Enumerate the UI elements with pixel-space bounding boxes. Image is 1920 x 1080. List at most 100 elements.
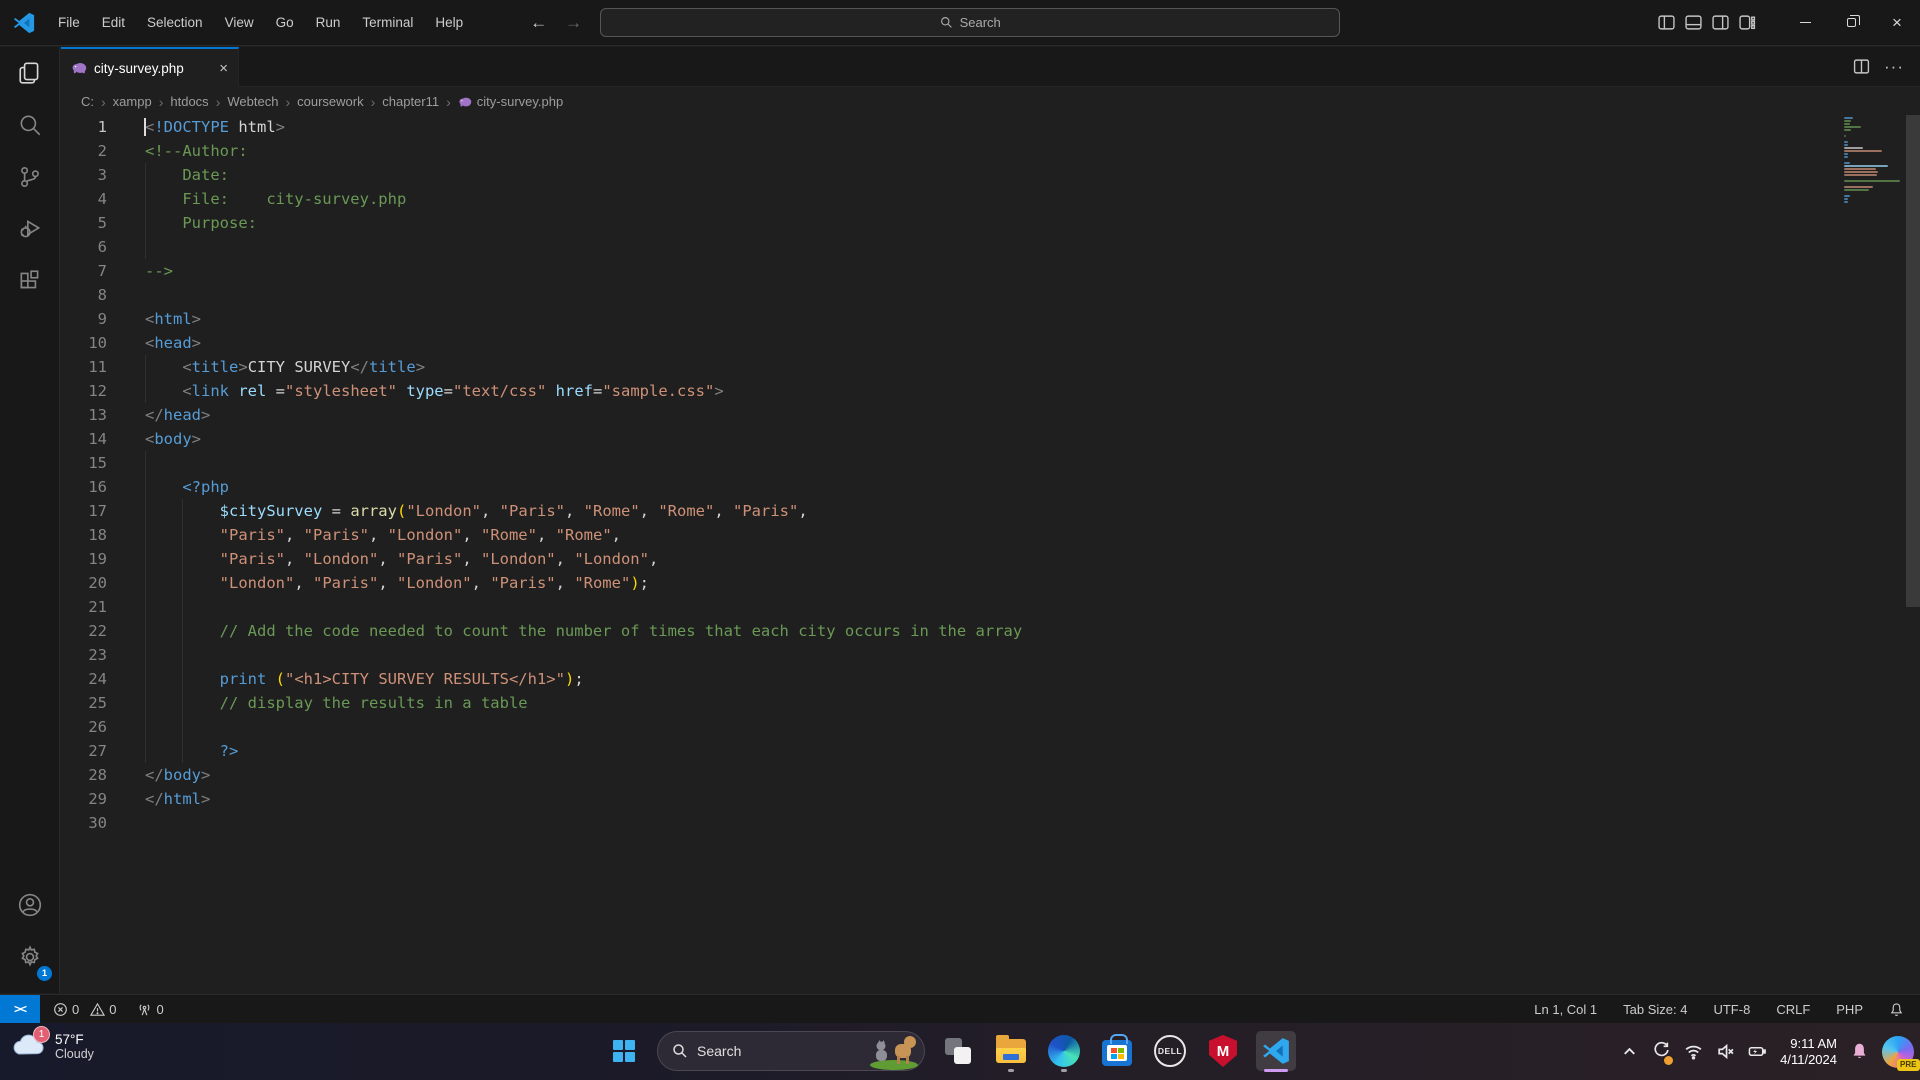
wifi-icon[interactable] [1684, 1042, 1703, 1061]
tab-size[interactable]: Tab Size: 4 [1623, 1002, 1687, 1017]
line-number: 27 [88, 742, 107, 760]
run-debug-icon[interactable] [0, 203, 60, 255]
tab-city-survey[interactable]: city-survey.php × [61, 47, 239, 87]
menu-go[interactable]: Go [265, 8, 305, 38]
volume-muted-icon[interactable] [1716, 1042, 1735, 1061]
line-number: 9 [97, 310, 107, 328]
menu-edit[interactable]: Edit [91, 8, 136, 38]
minimap-line [1844, 174, 1878, 176]
code-line: 4 File: city-survey.php [61, 187, 1920, 211]
minimap-line [1844, 156, 1848, 158]
customize-layout-icon[interactable] [1739, 14, 1756, 31]
code-line: 16 <?php [61, 475, 1920, 499]
minimap-line [1844, 126, 1862, 128]
breadcrumb-file[interactable]: city-survey.php [458, 94, 563, 109]
task-view-button[interactable] [938, 1031, 978, 1071]
task-view-icon [945, 1038, 971, 1064]
breadcrumb-item[interactable]: xampp [113, 94, 152, 109]
breadcrumb-item[interactable]: C: [81, 94, 94, 109]
command-search-box[interactable]: Search [600, 8, 1341, 37]
toggle-panel-icon[interactable] [1685, 14, 1702, 31]
tray-chevron-up-icon[interactable] [1620, 1042, 1639, 1061]
language-mode[interactable]: PHP [1836, 1002, 1863, 1017]
encoding[interactable]: UTF-8 [1713, 1002, 1750, 1017]
accounts-icon[interactable] [0, 879, 60, 931]
weather-widget[interactable]: 1 57°F Cloudy [10, 1026, 94, 1062]
menu-view[interactable]: View [214, 8, 265, 38]
editor-scrollbar[interactable] [1906, 115, 1920, 607]
extensions-icon[interactable] [0, 255, 60, 307]
line-number: 1 [97, 118, 107, 136]
breadcrumb-item[interactable]: coursework [297, 94, 363, 109]
notifications-bell-icon[interactable] [1889, 1002, 1904, 1017]
explorer-icon[interactable] [0, 47, 60, 99]
nav-forward-icon[interactable]: → [565, 13, 582, 33]
minimap-line [1844, 147, 1863, 149]
menu-file[interactable]: File [47, 8, 91, 38]
status-bar: >< 0 0 0 Ln 1, Col 1 Tab Size: 4 UTF-8 C… [0, 994, 1920, 1023]
split-editor-icon[interactable] [1853, 58, 1870, 75]
start-button[interactable] [604, 1031, 644, 1071]
settings-gear-icon[interactable]: 1 [0, 931, 60, 983]
line-number: 30 [88, 814, 107, 832]
problems-warnings[interactable]: 0 [87, 1002, 119, 1017]
menu-terminal[interactable]: Terminal [351, 8, 424, 38]
indent-guide [182, 571, 184, 595]
vscode-taskbar-button[interactable] [1256, 1031, 1296, 1072]
chevron-right-icon: › [446, 93, 451, 110]
more-actions-icon[interactable]: ··· [1884, 57, 1904, 77]
search-view-icon[interactable] [0, 99, 60, 151]
code-lines: 1 <!DOCTYPE html> 2 <!--Author: 3 Date: 4 Fil… [61, 115, 1920, 835]
ports-indicator[interactable]: 0 [134, 1002, 166, 1017]
indent-guide [182, 547, 184, 571]
menu-run[interactable]: Run [305, 8, 352, 38]
nav-back-icon[interactable]: ← [530, 13, 547, 33]
source-control-icon[interactable] [0, 151, 60, 203]
weather-condition: Cloudy [55, 1046, 94, 1061]
file-explorer-button[interactable] [991, 1031, 1031, 1072]
update-sync-icon[interactable] [1652, 1040, 1674, 1065]
copilot-icon[interactable]: PRE [1882, 1035, 1920, 1071]
menu-selection[interactable]: Selection [136, 8, 214, 38]
taskbar-search[interactable]: Search [657, 1031, 925, 1071]
remote-indicator[interactable]: >< [0, 995, 40, 1023]
menu-help[interactable]: Help [424, 8, 474, 38]
battery-icon[interactable] [1748, 1042, 1767, 1061]
code-line: 13 </head> [61, 403, 1920, 427]
vscode-icon [1263, 1038, 1289, 1064]
tab-close-icon[interactable]: × [219, 60, 228, 77]
minimize-button[interactable] [1782, 0, 1828, 45]
indent-guide [145, 451, 146, 475]
error-icon [54, 1002, 67, 1016]
breadcrumb-item[interactable]: htdocs [170, 94, 208, 109]
microsoft-store-button[interactable] [1097, 1031, 1137, 1071]
code-editor[interactable]: 1 <!DOCTYPE html> 2 <!--Author: 3 Date: 4 Fil… [61, 115, 1920, 993]
text-cursor [144, 118, 146, 136]
cursor-position[interactable]: Ln 1, Col 1 [1534, 1002, 1597, 1017]
minimap-line [1844, 171, 1879, 173]
code-line: 28 </body> [61, 763, 1920, 787]
minimap[interactable] [1844, 117, 1902, 207]
toggle-secondary-sidebar-icon[interactable] [1712, 14, 1729, 31]
dell-app-button[interactable]: DELL [1150, 1031, 1190, 1071]
line-number: 15 [88, 454, 107, 472]
close-button[interactable]: × [1874, 0, 1920, 45]
minimap-line [1844, 195, 1851, 197]
breadcrumb-item[interactable]: chapter11 [382, 94, 439, 109]
breadcrumb-item[interactable]: Webtech [227, 94, 278, 109]
taskbar-clock[interactable]: 9:11 AM 4/11/2024 [1780, 1036, 1837, 1068]
taskbar-bell-icon[interactable] [1850, 1042, 1869, 1061]
restore-button[interactable] [1828, 0, 1874, 45]
problems-errors[interactable]: 0 [50, 1002, 82, 1017]
indent-guide [145, 235, 146, 259]
indent-guide [145, 643, 146, 667]
eol-sequence[interactable]: CRLF [1776, 1002, 1810, 1017]
mcafee-button[interactable]: M [1203, 1031, 1243, 1071]
mcafee-shield-icon: M [1209, 1035, 1237, 1067]
toggle-sidebar-icon[interactable] [1658, 14, 1675, 31]
copilot-pre-badge: PRE [1896, 1058, 1920, 1071]
edge-browser-button[interactable] [1044, 1031, 1084, 1072]
code-line: 18 "Paris", "Paris", "London", "Rome", "… [61, 523, 1920, 547]
code-line: 21 [61, 595, 1920, 619]
line-number: 4 [97, 190, 107, 208]
